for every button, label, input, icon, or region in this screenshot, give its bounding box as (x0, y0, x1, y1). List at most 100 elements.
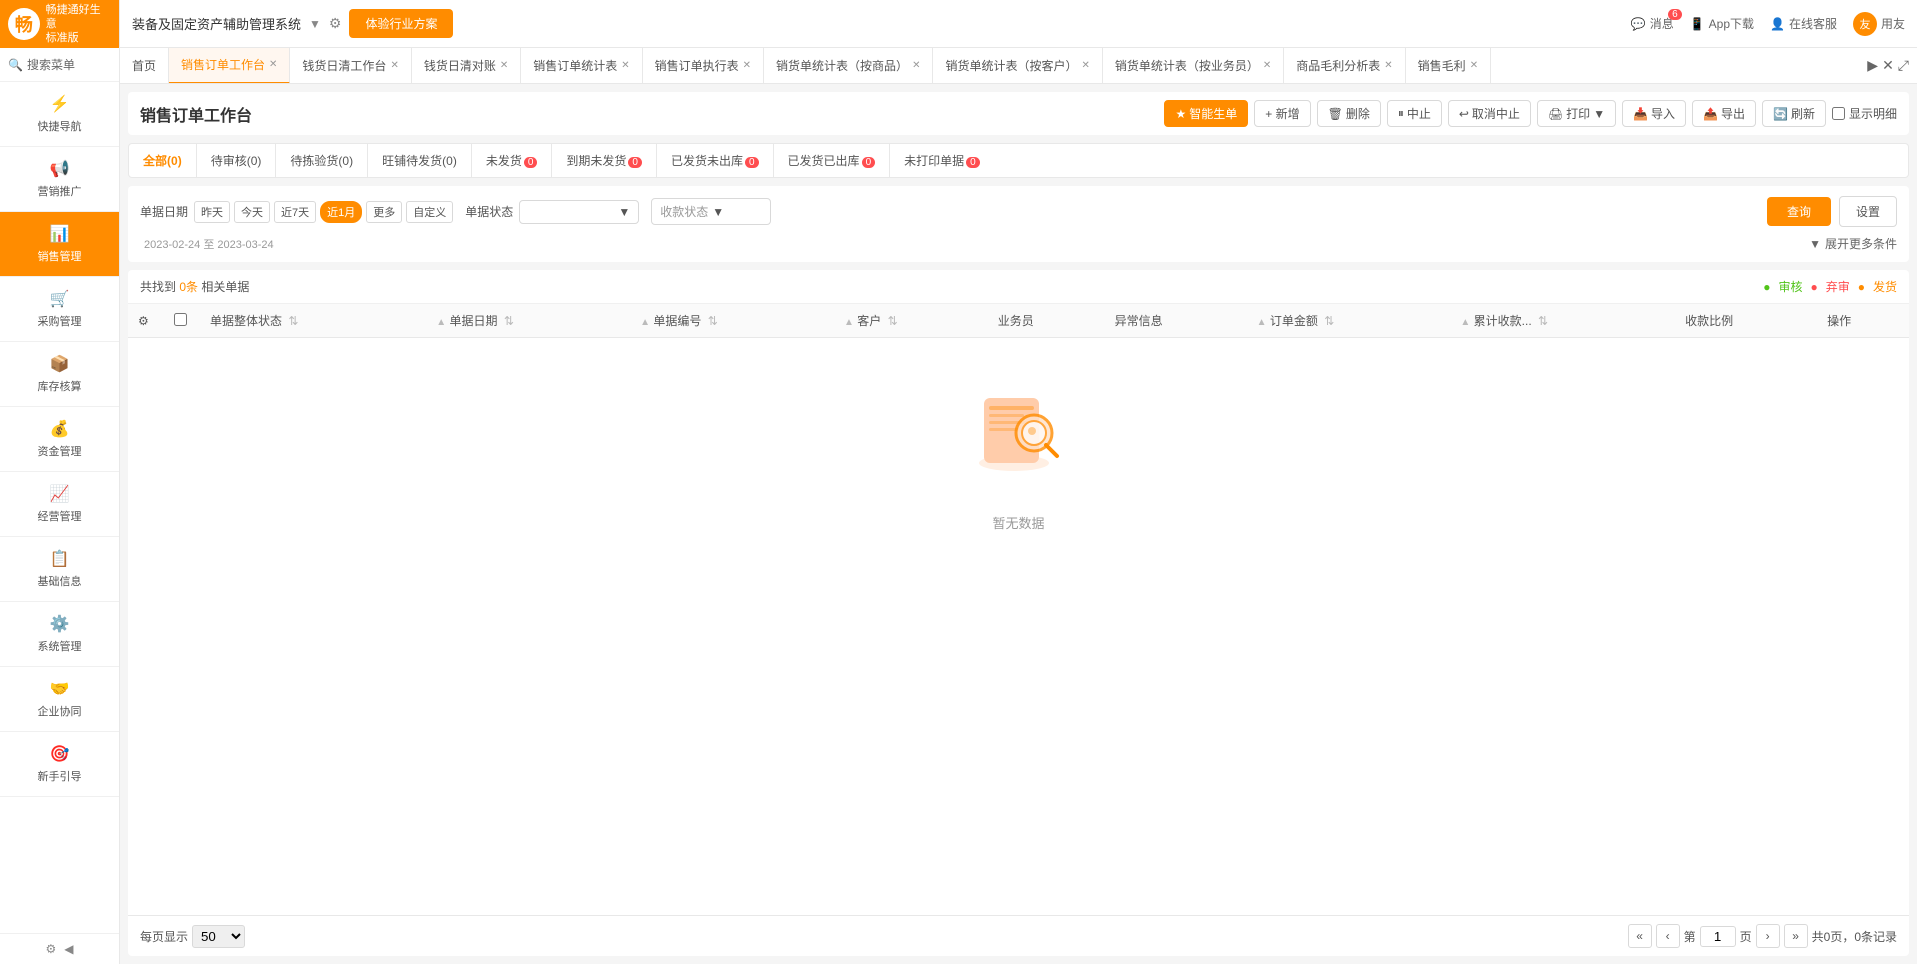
sidebar-item-sales[interactable]: 📊 销售管理 (0, 212, 119, 277)
tab-sales-by-staff[interactable]: 销货单统计表（按业务员） ✕ (1103, 48, 1284, 84)
status-select[interactable]: ▼ (519, 200, 639, 224)
message-icon-item[interactable]: 💬 消息 6 (1631, 15, 1674, 32)
th-date[interactable]: ▲ 单据日期 ⇅ (426, 304, 630, 338)
tab-home[interactable]: 首页 (120, 48, 169, 84)
tab-cash-reconcile[interactable]: 钱货日清对账 ✕ (412, 48, 521, 84)
th-staff[interactable]: 业务员 (988, 304, 1105, 338)
select-all-checkbox[interactable] (174, 313, 187, 326)
sidebar-item-enterprise[interactable]: 🤝 企业协同 (0, 667, 119, 732)
sidebar-item-guide[interactable]: 🎯 新手引导 (0, 732, 119, 797)
cancel-review-action-btn[interactable]: 弃审 (1826, 278, 1850, 295)
th-ratio[interactable]: 收款比例 (1675, 304, 1817, 338)
ship-action-btn[interactable]: 发货 (1873, 278, 1897, 295)
filter-tab-overdue-not-shipped[interactable]: 到期未发货0 (552, 144, 657, 177)
sidebar-item-base-info[interactable]: 📋 基础信息 (0, 537, 119, 602)
th-checkbox[interactable] (164, 304, 200, 338)
date-more-btn[interactable]: 更多 (366, 201, 402, 223)
th-number[interactable]: ▲ 单据编号 ⇅ (630, 304, 834, 338)
payment-status-select[interactable]: 收款状态 ▼ (651, 198, 771, 225)
refresh-button[interactable]: 🔄 刷新 (1762, 100, 1826, 127)
th-amount[interactable]: ▲ 订单金额 ⇅ (1247, 304, 1451, 338)
sidebar-item-inventory[interactable]: 📦 库存核算 (0, 342, 119, 407)
date-today-btn[interactable]: 今天 (234, 201, 270, 223)
date-1month-btn[interactable]: 近1月 (320, 201, 362, 223)
filter-tab-pending-inspect[interactable]: 待拣验货(0) (276, 144, 368, 177)
tab-close-sales-by-customer[interactable]: ✕ (1081, 60, 1089, 71)
tab-sales-stat[interactable]: 销售订单统计表 ✕ (521, 48, 642, 84)
tab-close-sales-workbench[interactable]: ✕ (269, 59, 277, 70)
setting-button[interactable]: 设置 (1839, 196, 1897, 227)
filter-tab-pending-review[interactable]: 待审核(0) (197, 144, 277, 177)
page-size-select[interactable]: 每页显示 10 20 50 100 (140, 925, 245, 948)
last-page-button[interactable]: » (1784, 924, 1808, 948)
filter-tab-not-shipped[interactable]: 未发货0 (472, 144, 553, 177)
review-action-btn[interactable]: 审核 (1778, 278, 1802, 295)
tab-maximize-icon[interactable]: ⤢ (1898, 57, 1909, 74)
tab-close-sales-exec[interactable]: ✕ (743, 60, 751, 71)
tab-close-cash-daily[interactable]: ✕ (390, 60, 398, 71)
tab-margin-analysis[interactable]: 商品毛利分析表 ✕ (1284, 48, 1405, 84)
date-7days-btn[interactable]: 近7天 (274, 201, 316, 223)
print-button[interactable]: 🖨 打印 ▼ (1537, 100, 1616, 127)
user-item[interactable]: 友 用友 (1853, 12, 1905, 36)
show-detail-input[interactable] (1832, 107, 1845, 120)
collapse-icon[interactable]: ◀ (64, 942, 73, 956)
tab-sales-by-customer[interactable]: 销货单统计表（按客户） ✕ (933, 48, 1102, 84)
tab-close-cash-reconcile[interactable]: ✕ (500, 60, 508, 71)
show-detail-checkbox[interactable]: 显示明细 (1832, 105, 1897, 122)
trial-btn[interactable]: 体验行业方案 (349, 9, 453, 38)
filter-tab-all[interactable]: 全部(0) (129, 144, 197, 177)
new-button[interactable]: + 新增 (1254, 100, 1310, 127)
th-customer[interactable]: ▲ 客户 ⇅ (834, 304, 988, 338)
export-button[interactable]: 📤 导出 (1692, 100, 1756, 127)
tab-close-sales-more[interactable]: ✕ (1470, 60, 1478, 71)
date-custom-btn[interactable]: 自定义 (406, 201, 453, 223)
logo-text: 畅捷通好生意 标准版 (46, 3, 111, 46)
dropdown-arrow-icon[interactable]: ▼ (309, 17, 321, 31)
tab-sales-by-goods[interactable]: 销货单统计表（按商品） ✕ (764, 48, 933, 84)
tab-close-all-icon[interactable]: ✕ (1882, 57, 1894, 74)
tab-close-sales-by-staff[interactable]: ✕ (1263, 60, 1271, 71)
sidebar-item-finance[interactable]: 💰 资金管理 (0, 407, 119, 472)
cancel-stop-button[interactable]: ↩ 取消中止 (1448, 100, 1531, 127)
tab-sales-more[interactable]: 销售毛利 ✕ (1406, 48, 1491, 84)
delete-button[interactable]: 🗑 删除 (1317, 100, 1381, 127)
th-collected[interactable]: ▲ 累计收款... ⇅ (1450, 304, 1675, 338)
stop-button[interactable]: ⏸ 中止 (1387, 100, 1442, 127)
table-scroll[interactable]: ⚙ 单据整体状态 ⇅ ▲ 单据日期 ⇅ (128, 304, 1909, 915)
th-settings[interactable]: ⚙ (128, 304, 164, 338)
online-service-item[interactable]: 👤 在线客服 (1770, 15, 1837, 32)
expand-button[interactable]: ▼ 展开更多条件 (1809, 235, 1897, 252)
tab-close-sales-by-goods[interactable]: ✕ (912, 60, 920, 71)
tab-close-margin-analysis[interactable]: ✕ (1384, 60, 1392, 71)
date-yesterday-btn[interactable]: 昨天 (194, 201, 230, 223)
sidebar-item-purchase[interactable]: 🛒 采购管理 (0, 277, 119, 342)
th-status[interactable]: 单据整体状态 ⇅ (200, 304, 426, 338)
filter-tab-shipped-out[interactable]: 已发货已出库0 (774, 144, 891, 177)
sidebar-item-operations[interactable]: 📈 经营管理 (0, 472, 119, 537)
prev-page-button[interactable]: ‹ (1656, 924, 1680, 948)
tab-sales-exec[interactable]: 销售订单执行表 ✕ (643, 48, 764, 84)
next-page-button[interactable]: › (1756, 924, 1780, 948)
sidebar-search[interactable]: 🔍 搜索菜单 (0, 48, 119, 82)
tab-cash-daily[interactable]: 钱货日清工作台 ✕ (290, 48, 411, 84)
filter-tab-wangpu-ship[interactable]: 旺铺待发货(0) (368, 144, 472, 177)
sidebar-item-system[interactable]: ⚙️ 系统管理 (0, 602, 119, 667)
query-button[interactable]: 查询 (1767, 197, 1831, 226)
sidebar-item-marketing[interactable]: 📢 营销推广 (0, 147, 119, 212)
tab-close-sales-stat[interactable]: ✕ (621, 60, 629, 71)
settings-icon[interactable]: ⚙ (46, 942, 57, 956)
filter-tab-not-printed[interactable]: 未打印单据0 (890, 144, 994, 177)
app-download-item[interactable]: 📱 App下载 (1690, 15, 1754, 32)
page-size-dropdown[interactable]: 10 20 50 100 (192, 925, 245, 948)
current-page-input[interactable] (1700, 926, 1736, 947)
tab-arrow-right-icon[interactable]: ▶ (1867, 57, 1878, 74)
settings-gear-icon[interactable]: ⚙ (329, 15, 342, 32)
smart-create-button[interactable]: ★ 智能生单 (1164, 100, 1248, 127)
tab-sales-workbench[interactable]: 销售订单工作台 ✕ (169, 48, 290, 84)
th-abnormal[interactable]: 异常信息 (1105, 304, 1247, 338)
filter-tab-shipped-not-out[interactable]: 已发货未出库0 (657, 144, 774, 177)
sidebar-item-quick-nav[interactable]: ⚡ 快捷导航 (0, 82, 119, 147)
first-page-button[interactable]: « (1628, 924, 1652, 948)
import-button[interactable]: 📥 导入 (1622, 100, 1686, 127)
